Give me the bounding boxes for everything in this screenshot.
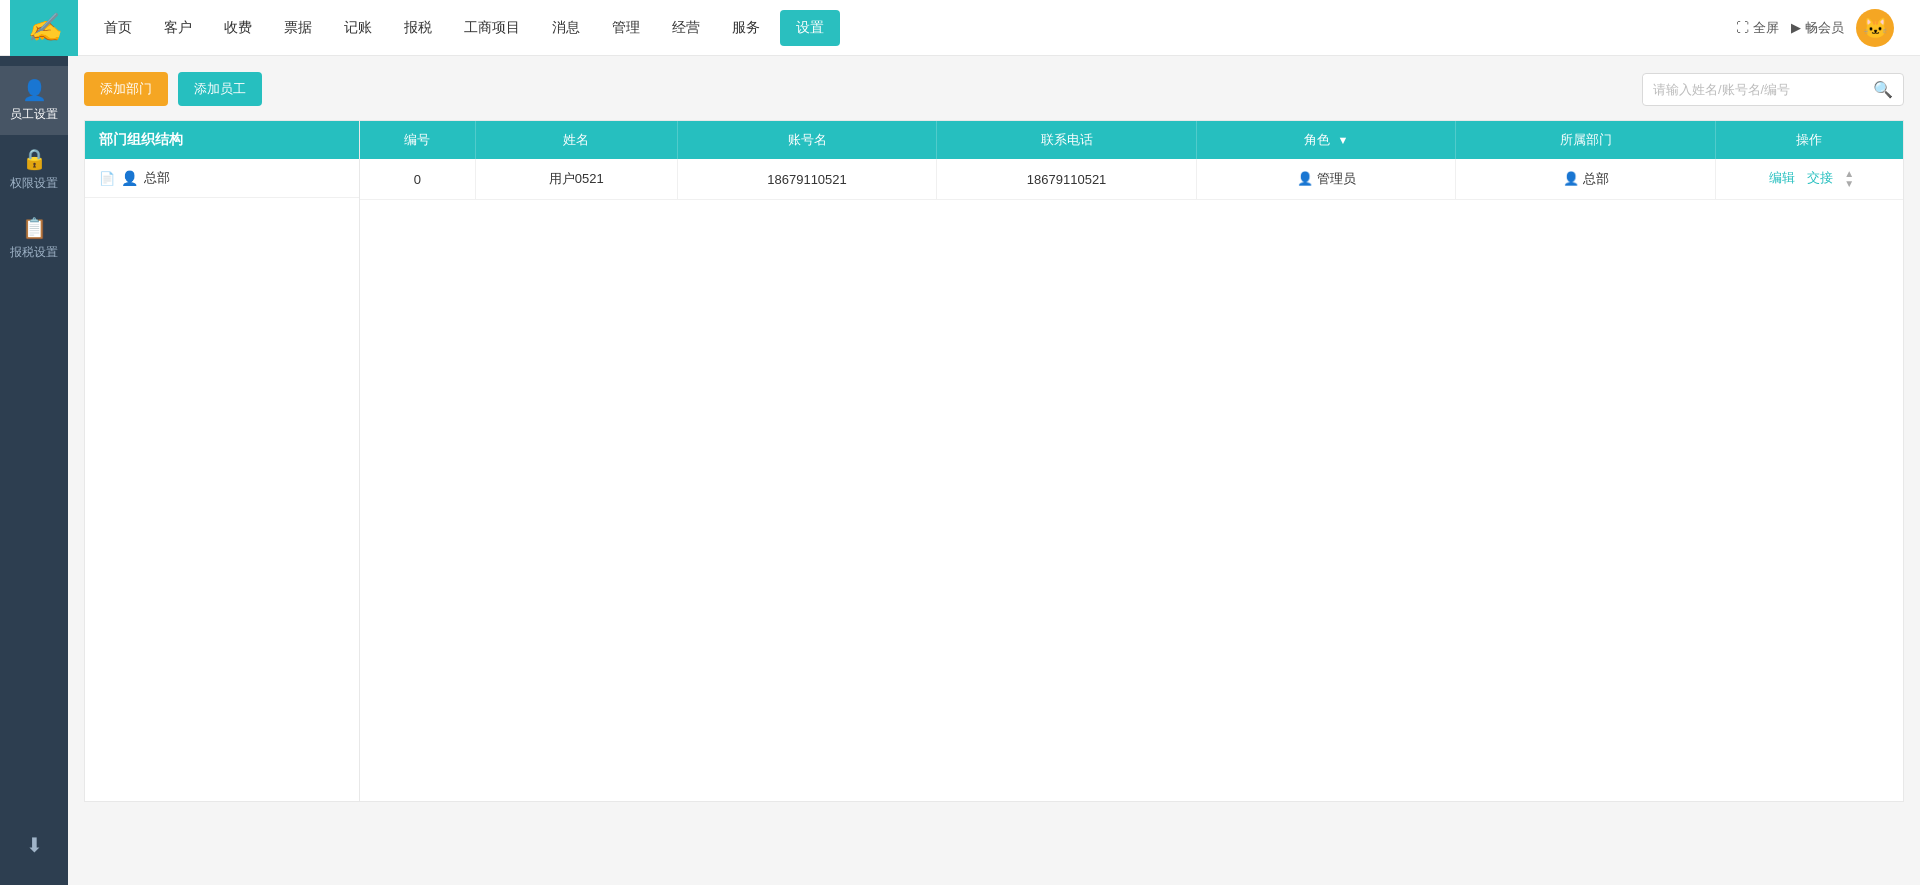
cell-dept: 👤总部 (1456, 159, 1716, 200)
top-navigation: ✍ 首页 客户 收费 票据 记账 报税 工商项目 消息 管理 经营 服务 设置 … (0, 0, 1920, 56)
search-area: 🔍 (1642, 73, 1904, 106)
th-role[interactable]: 角色 ▼ (1196, 121, 1456, 159)
sidebar-item-employee[interactable]: 👤 员工设置 (0, 66, 68, 135)
nav-accounting[interactable]: 记账 (328, 0, 388, 56)
add-employee-button[interactable]: 添加员工 (178, 72, 262, 106)
th-account: 账号名 (677, 121, 937, 159)
tree-header: 部门组织结构 (85, 121, 359, 159)
employee-table: 编号 姓名 账号名 联系电话 角色 ▼ 所属部门 操作 0 用户0521 (360, 121, 1903, 200)
nav-service[interactable]: 服务 (716, 0, 776, 56)
th-dept: 所属部门 (1456, 121, 1716, 159)
content-area: 部门组织结构 📄 👤 总部 编号 姓名 账号名 联系电话 角色 (84, 120, 1904, 802)
taxsettings-icon: 📋 (22, 216, 47, 240)
cell-action: 编辑 交接 ▲▼ (1715, 159, 1903, 200)
tree-panel: 部门组织结构 📄 👤 总部 (85, 121, 360, 801)
fullscreen-label: 全屏 (1753, 19, 1779, 37)
cell-phone: 18679110521 (937, 159, 1197, 200)
sidebar-item-taxsettings[interactable]: 📋 报税设置 (0, 204, 68, 273)
th-phone: 联系电话 (937, 121, 1197, 159)
filter-icon: ▼ (1338, 134, 1349, 146)
nav-items: 首页 客户 收费 票据 记账 报税 工商项目 消息 管理 经营 服务 设置 (88, 0, 1736, 56)
nav-right: ⛶ 全屏 ▶ 畅会员 🐱 (1736, 9, 1894, 47)
nav-manage[interactable]: 管理 (596, 0, 656, 56)
edit-link[interactable]: 编辑 (1769, 170, 1795, 185)
search-icon: 🔍 (1873, 81, 1893, 98)
fullscreen-icon: ⛶ (1736, 20, 1749, 35)
nav-tax[interactable]: 报税 (388, 0, 448, 56)
download-icon: ⬇ (26, 833, 43, 857)
permission-icon: 🔒 (22, 147, 47, 171)
nav-customer[interactable]: 客户 (148, 0, 208, 56)
sidebar-download-btn[interactable]: ⬇ (26, 821, 43, 869)
main-content: 添加部门 添加员工 🔍 部门组织结构 📄 👤 总部 编号 (68, 56, 1920, 885)
table-panel: 编号 姓名 账号名 联系电话 角色 ▼ 所属部门 操作 0 用户0521 (360, 121, 1903, 801)
vip-label: 畅会员 (1805, 19, 1844, 37)
th-action: 操作 (1715, 121, 1903, 159)
th-no: 编号 (360, 121, 475, 159)
nav-invoice[interactable]: 票据 (268, 0, 328, 56)
avatar[interactable]: 🐱 (1856, 9, 1894, 47)
tree-item-label: 总部 (144, 169, 170, 187)
toolbar: 添加部门 添加员工 🔍 (84, 72, 1904, 106)
search-button[interactable]: 🔍 (1863, 74, 1903, 105)
cell-role: 👤管理员 (1196, 159, 1456, 200)
vip-icon: ▶ (1791, 20, 1801, 35)
logo-area: ✍ (10, 0, 78, 56)
cell-account: 18679110521 (677, 159, 937, 200)
th-role-label: 角色 (1304, 132, 1330, 147)
dept-user-icon: 👤 (1563, 171, 1579, 186)
tree-item-headquarters[interactable]: 📄 👤 总部 (85, 159, 359, 198)
table-header-row: 编号 姓名 账号名 联系电话 角色 ▼ 所属部门 操作 (360, 121, 1903, 159)
sidebar-item-employee-label: 员工设置 (10, 106, 58, 123)
table-row: 0 用户0521 18679110521 18679110521 👤管理员 👤总… (360, 159, 1903, 200)
cell-name: 用户0521 (475, 159, 677, 200)
vip-btn[interactable]: ▶ 畅会员 (1791, 19, 1844, 37)
tree-file-icon: 📄 (99, 171, 115, 186)
role-user-icon: 👤 (1297, 171, 1313, 186)
sidebar-item-taxsettings-label: 报税设置 (10, 244, 58, 261)
nav-home[interactable]: 首页 (88, 0, 148, 56)
sidebar-item-permission-label: 权限设置 (10, 175, 58, 192)
nav-billing[interactable]: 收费 (208, 0, 268, 56)
add-dept-button[interactable]: 添加部门 (84, 72, 168, 106)
fullscreen-btn[interactable]: ⛶ 全屏 (1736, 19, 1779, 37)
handover-link[interactable]: 交接 (1807, 170, 1833, 185)
employee-icon: 👤 (22, 78, 47, 102)
nav-settings[interactable]: 设置 (780, 10, 840, 46)
sidebar-bottom: ⬇ (26, 821, 43, 869)
cell-no: 0 (360, 159, 475, 200)
tree-user-icon: 👤 (121, 170, 138, 186)
th-name: 姓名 (475, 121, 677, 159)
nav-business[interactable]: 工商项目 (448, 0, 536, 56)
scroll-arrows: ▲▼ (1844, 169, 1854, 189)
logo-icon: ✍ (27, 11, 62, 44)
search-input[interactable] (1643, 76, 1863, 103)
sidebar-item-permission[interactable]: 🔒 权限设置 (0, 135, 68, 204)
nav-message[interactable]: 消息 (536, 0, 596, 56)
nav-operation[interactable]: 经营 (656, 0, 716, 56)
sidebar: 👤 员工设置 🔒 权限设置 📋 报税设置 ⬇ (0, 56, 68, 885)
